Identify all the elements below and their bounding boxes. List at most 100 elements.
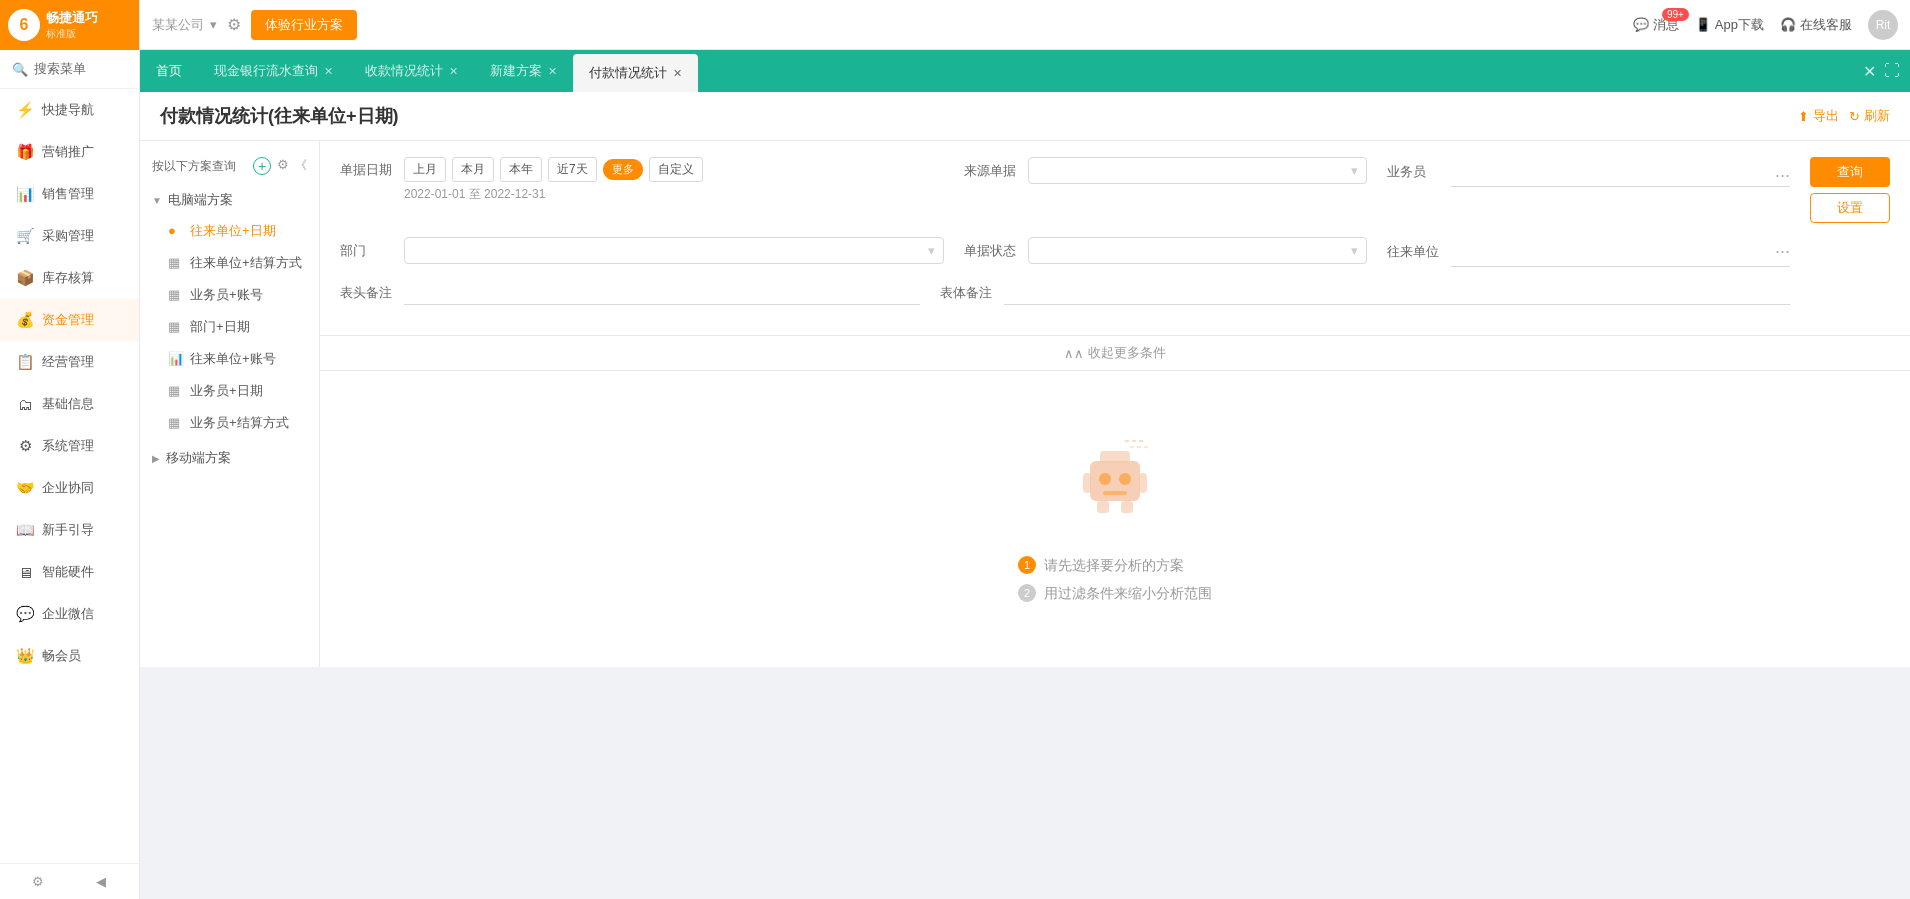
dept-field: 部门 ▾: [340, 237, 944, 264]
scheme-settings-btn[interactable]: ⚙: [277, 157, 289, 175]
sidebar-item-label: 系统管理: [42, 437, 94, 455]
staff-ellipsis-btn[interactable]: ...: [1775, 161, 1790, 182]
settings-btn[interactable]: 设置: [1810, 193, 1890, 223]
svg-point-3: [1119, 473, 1131, 485]
date-btn-custom[interactable]: 自定义: [649, 157, 703, 182]
export-btn[interactable]: ⬆ 导出: [1798, 107, 1839, 125]
topbar-gear-btn[interactable]: ⚙: [227, 15, 241, 34]
scheme-item-label: 业务员+账号: [190, 286, 263, 304]
sidebar-item-operation[interactable]: 📋 经营管理: [0, 341, 139, 383]
sidebar-item-system[interactable]: ⚙ 系统管理: [0, 425, 139, 467]
query-btn[interactable]: 查询: [1810, 157, 1890, 187]
sidebar-item-label: 资金管理: [42, 311, 94, 329]
scheme-item-contact-settle[interactable]: ▦ 往来单位+结算方式: [140, 247, 319, 279]
staff-input-area: ...: [1451, 157, 1790, 187]
purchase-icon: 🛒: [16, 227, 34, 245]
voucher-status-select[interactable]: ▾: [1028, 237, 1367, 264]
online-service-btn[interactable]: 🎧 在线客服: [1780, 16, 1852, 34]
scheme-header-actions: + ⚙ 《: [253, 157, 307, 175]
date-btn-this-month[interactable]: 本月: [452, 157, 494, 182]
company-selector[interactable]: 某某公司 ▾: [152, 16, 217, 34]
filter-area: 单据日期 上月 本月 本年 近7天 更多 自定义 20: [320, 141, 1910, 667]
tab-new-scheme-close[interactable]: ✕: [548, 65, 557, 78]
query-actions: 查询 设置: [1810, 157, 1890, 223]
scheme-group-arrow: ▼: [152, 195, 162, 206]
sidebar-item-label: 企业微信: [42, 605, 94, 623]
tab-receive-stat[interactable]: 收款情况统计 ✕: [349, 50, 474, 92]
date-btn-this-year[interactable]: 本年: [500, 157, 542, 182]
member-icon: 👑: [16, 647, 34, 665]
sidebar-item-hardware[interactable]: 🖥 智能硬件: [0, 551, 139, 593]
search-menu[interactable]: 🔍 搜索菜单: [0, 50, 139, 89]
trial-btn[interactable]: 体验行业方案: [251, 10, 357, 40]
sidebar-item-sales[interactable]: 📊 销售管理: [0, 173, 139, 215]
message-btn[interactable]: 💬 消息 99+: [1633, 16, 1679, 34]
tab-close-all-btn[interactable]: ✕: [1863, 62, 1876, 81]
scheme-add-btn[interactable]: +: [253, 157, 271, 175]
contact-input-area: ···: [1451, 237, 1790, 267]
sidebar-settings-btn[interactable]: ⚙: [10, 874, 66, 889]
sidebar-item-wechat[interactable]: 💬 企业微信: [0, 593, 139, 635]
tab-bank-flow-label: 现金银行流水查询: [214, 62, 318, 80]
tab-pay-stat[interactable]: 付款情况统计 ✕: [573, 54, 698, 92]
body-note-input[interactable]: [1004, 281, 1790, 305]
filter-row-2: 部门 ▾ 单据状态 ▾: [340, 237, 1890, 267]
tab-new-scheme[interactable]: 新建方案 ✕: [474, 50, 573, 92]
refresh-label: 刷新: [1864, 107, 1890, 125]
service-label: 在线客服: [1800, 16, 1852, 34]
scheme-item-staff-settle[interactable]: ▦ 业务员+结算方式: [140, 407, 319, 439]
page-title: 付款情况统计(往来单位+日期): [160, 104, 399, 128]
sidebar-item-basic[interactable]: 🗂 基础信息: [0, 383, 139, 425]
tab-pay-stat-close[interactable]: ✕: [673, 67, 682, 80]
tab-bank-flow[interactable]: 现金银行流水查询 ✕: [198, 50, 349, 92]
dept-select[interactable]: ▾: [404, 237, 944, 264]
sidebar-collapse-btn[interactable]: ◀: [74, 874, 130, 889]
sidebar-item-purchase[interactable]: 🛒 采购管理: [0, 215, 139, 257]
tab-maximize-btn[interactable]: ⛶: [1884, 62, 1900, 80]
empty-tips: 1 请先选择要分析的方案 2 用过滤条件来缩小分析范围: [1018, 551, 1212, 607]
date-btn-more[interactable]: 更多: [603, 159, 643, 180]
sidebar-item-marketing[interactable]: 🎁 营销推广: [0, 131, 139, 173]
sidebar-item-member[interactable]: 👑 畅会员: [0, 635, 139, 677]
sidebar-item-inventory[interactable]: 📦 库存核算: [0, 257, 139, 299]
sidebar-item-guide[interactable]: 📖 新手引导: [0, 509, 139, 551]
sales-icon: 📊: [16, 185, 34, 203]
filter-form: 单据日期 上月 本月 本年 近7天 更多 自定义 20: [320, 141, 1910, 336]
scheme-item-dept-date[interactable]: ▦ 部门+日期: [140, 311, 319, 343]
collapse-conditions-btn[interactable]: ∧∧ 收起更多条件: [1064, 344, 1166, 362]
user-avatar[interactable]: Rit: [1868, 10, 1898, 40]
scheme-item-contact-date[interactable]: ● 往来单位+日期: [140, 215, 319, 247]
tab-bank-flow-close[interactable]: ✕: [324, 65, 333, 78]
scheme-item-contact-account[interactable]: 📊 往来单位+账号: [140, 343, 319, 375]
scheme-header: 按以下方案查询 + ⚙ 《: [140, 151, 319, 181]
sidebar-item-quick-nav[interactable]: ⚡ 快捷导航: [0, 89, 139, 131]
collapse-up-icon: ∧∧: [1064, 346, 1084, 361]
sidebar-item-label: 智能硬件: [42, 563, 94, 581]
svg-rect-6: [1139, 473, 1147, 493]
scheme-item-label: 往来单位+结算方式: [190, 254, 302, 272]
tab-receive-stat-label: 收款情况统计: [365, 62, 443, 80]
header-note-field: 表头备注: [340, 281, 920, 305]
tab-receive-stat-close[interactable]: ✕: [449, 65, 458, 78]
header-note-input[interactable]: [404, 281, 920, 305]
collapse-icon: ◀: [96, 874, 106, 889]
app-download-btn[interactable]: 📱 App下载: [1695, 16, 1764, 34]
source-select[interactable]: ▾: [1028, 157, 1367, 184]
scheme-item-staff-date[interactable]: ▦ 业务员+日期: [140, 375, 319, 407]
tabbar: 首页 现金银行流水查询 ✕ 收款情况统计 ✕ 新建方案 ✕ 付款情况统计 ✕ ✕…: [140, 50, 1910, 92]
scheme-item-label: 往来单位+账号: [190, 350, 276, 368]
scheme-item-staff-account[interactable]: ▦ 业务员+账号: [140, 279, 319, 311]
body-note-label: 表体备注: [940, 284, 996, 302]
settings-icon: ⚙: [32, 874, 44, 889]
contact-ellipsis-btn[interactable]: ···: [1775, 241, 1790, 262]
refresh-btn[interactable]: ↻ 刷新: [1849, 107, 1890, 125]
scheme-collapse-btn[interactable]: 《: [295, 157, 307, 175]
tab-pay-stat-label: 付款情况统计: [589, 64, 667, 82]
sidebar-item-enterprise[interactable]: 🤝 企业协同: [0, 467, 139, 509]
sidebar-item-finance[interactable]: 💰 资金管理: [0, 299, 139, 341]
tab-home[interactable]: 首页: [140, 50, 198, 92]
date-btn-last-month[interactable]: 上月: [404, 157, 446, 182]
scheme-group-desktop-title[interactable]: ▼ 电脑端方案: [140, 185, 319, 215]
scheme-group-mobile-title[interactable]: ▶ 移动端方案: [140, 443, 319, 473]
date-btn-7days[interactable]: 近7天: [548, 157, 597, 182]
